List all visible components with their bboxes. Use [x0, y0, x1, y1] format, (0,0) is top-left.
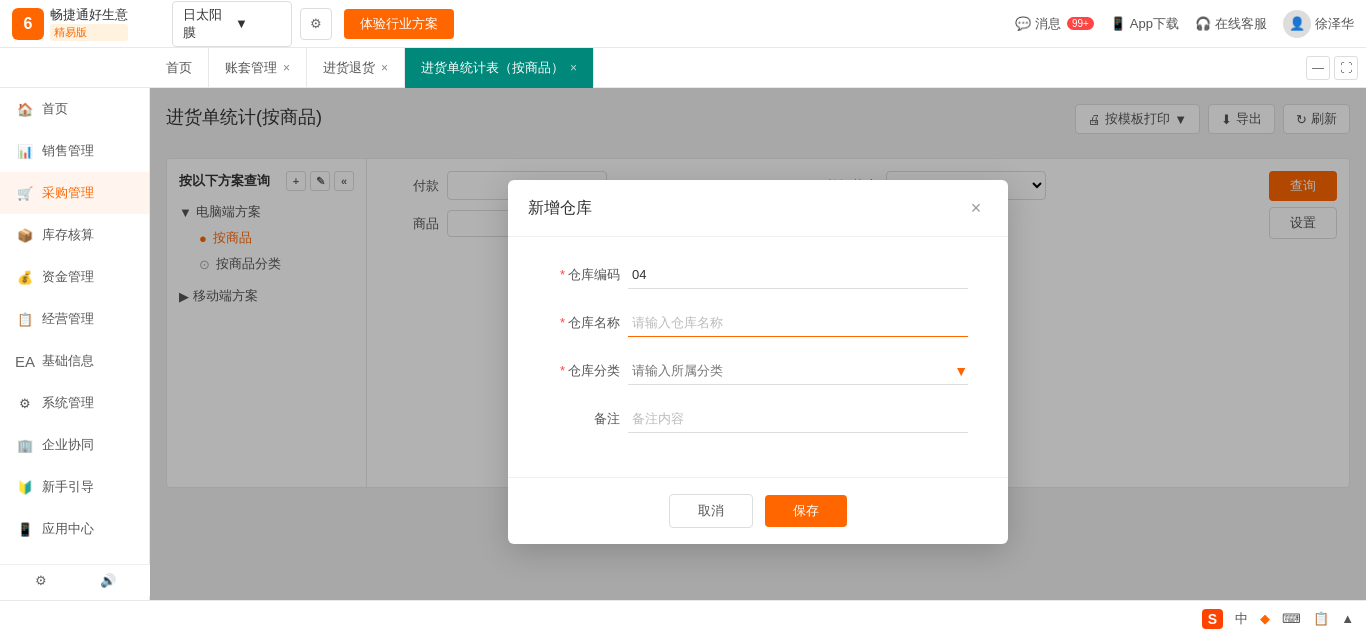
app-icon: 📱	[16, 520, 34, 538]
warehouse-name-row: 仓库名称	[548, 309, 968, 337]
message-icon: 💬	[1015, 16, 1031, 31]
header-right: 💬 消息 99+ 📱 App下载 🎧 在线客服 👤 徐泽华	[1015, 10, 1354, 38]
sidebar-item-finance[interactable]: 💰 资金管理	[0, 256, 149, 298]
box-icon: 📦	[16, 226, 34, 244]
tab-controls: — ⛶	[1306, 56, 1366, 80]
tab-purchase-stats[interactable]: 进货单统计表（按商品） ×	[405, 48, 594, 88]
warehouse-code-row: 仓库编码	[548, 261, 968, 289]
gear-icon: ⚙	[310, 16, 322, 31]
new-warehouse-dialog: 新增仓库 × 仓库编码 仓库名称 仓库	[508, 180, 1008, 544]
expand-icon[interactable]: ▲	[1341, 611, 1354, 626]
sidebar-item-inventory[interactable]: 📦 库存核算	[0, 214, 149, 256]
settings-button[interactable]: ⚙	[300, 8, 332, 40]
content-area: 进货单统计(按商品) 🖨 按模板打印 ▼ ⬇ 导出 ↻ 刷新	[150, 88, 1366, 636]
sidebar-item-sales[interactable]: 📊 销售管理	[0, 130, 149, 172]
dialog-close-button[interactable]: ×	[964, 196, 988, 220]
dot-icon: ◆	[1260, 611, 1270, 626]
logo-text: 畅捷通好生意 精易版	[50, 6, 128, 41]
avatar: 👤	[1283, 10, 1311, 38]
tab-close-return[interactable]: ×	[381, 61, 388, 75]
folder-icon: EA	[16, 352, 34, 370]
sidebar-item-guide[interactable]: 🔰 新手引导	[0, 466, 149, 508]
sidebar-item-home[interactable]: 🏠 首页	[0, 88, 149, 130]
warehouse-name-label: 仓库名称	[548, 314, 628, 332]
logo-area: 6 畅捷通好生意 精易版	[12, 6, 162, 41]
cart-icon: 🛒	[16, 184, 34, 202]
warehouse-code-label: 仓库编码	[548, 266, 628, 284]
chart-icon: 📊	[16, 142, 34, 160]
system-icon: ⚙	[16, 394, 34, 412]
building-icon: 🏢	[16, 436, 34, 454]
cancel-button[interactable]: 取消	[669, 494, 753, 528]
tab-account[interactable]: 账套管理 ×	[209, 48, 307, 88]
money-icon: 💰	[16, 268, 34, 286]
app-logo-icon: 6	[12, 8, 44, 40]
top-header: 6 畅捷通好生意 精易版 日太阳膜 ▼ ⚙ 体验行业方案 💬 消息 99+ 📱 …	[0, 0, 1366, 48]
home-icon: 🏠	[16, 100, 34, 118]
warehouse-category-label: 仓库分类	[548, 362, 628, 380]
sidebar-speaker-icon[interactable]: 🔊	[100, 573, 116, 588]
sidebar-item-enterprise[interactable]: 🏢 企业协同	[0, 424, 149, 466]
dialog-title: 新增仓库	[528, 198, 592, 219]
message-button[interactable]: 💬 消息 99+	[1015, 15, 1094, 33]
tab-bar: 首页 账套管理 × 进货退货 × 进货单统计表（按商品） × — ⛶	[0, 48, 1366, 88]
sidebar-item-basic[interactable]: EA 基础信息	[0, 340, 149, 382]
tab-close-account[interactable]: ×	[283, 61, 290, 75]
clipboard-icon: 📋	[16, 310, 34, 328]
modal-overlay[interactable]: 新增仓库 × 仓库编码 仓库名称 仓库	[150, 88, 1366, 636]
sidebar-item-system[interactable]: ⚙ 系统管理	[0, 382, 149, 424]
trial-button[interactable]: 体验行业方案	[344, 9, 454, 39]
category-dropdown-icon: ▼	[954, 363, 968, 379]
dialog-header: 新增仓库 ×	[508, 180, 1008, 237]
user-menu[interactable]: 👤 徐泽华	[1283, 10, 1354, 38]
save-button[interactable]: 保存	[765, 495, 847, 527]
store-chevron-icon: ▼	[235, 16, 281, 31]
chinese-input-icon[interactable]: 中	[1235, 610, 1248, 628]
mobile-icon: 📱	[1110, 16, 1126, 31]
tab-fullscreen-button[interactable]: ⛶	[1334, 56, 1358, 80]
warehouse-category-row: 仓库分类 ▼	[548, 357, 968, 385]
tab-close-stats[interactable]: ×	[570, 61, 577, 75]
warehouse-code-input[interactable]	[628, 261, 968, 289]
warehouse-category-input[interactable]	[628, 357, 954, 384]
taskbar-icon[interactable]: 📋	[1313, 611, 1329, 626]
bottom-bar: S 中 ◆ ⌨ 📋 ▲	[0, 600, 1366, 636]
keyboard-icon[interactable]: ⌨	[1282, 611, 1301, 626]
app-download-button[interactable]: 📱 App下载	[1110, 15, 1179, 33]
warehouse-remark-label: 备注	[548, 410, 628, 428]
dialog-body: 仓库编码 仓库名称 仓库分类 ▼	[508, 237, 1008, 477]
online-service-button[interactable]: 🎧 在线客服	[1195, 15, 1267, 33]
tab-minimize-button[interactable]: —	[1306, 56, 1330, 80]
main-layout: 🏠 首页 📊 销售管理 🛒 采购管理 📦 库存核算 💰 资金管理 📋 经营管理 …	[0, 88, 1366, 636]
warehouse-remark-row: 备注	[548, 405, 968, 433]
sidebar-item-app[interactable]: 📱 应用中心	[0, 508, 149, 550]
sidebar: 🏠 首页 📊 销售管理 🛒 采购管理 📦 库存核算 💰 资金管理 📋 经营管理 …	[0, 88, 150, 636]
warehouse-name-input[interactable]	[628, 309, 968, 337]
tab-purchase-return[interactable]: 进货退货 ×	[307, 48, 405, 88]
store-selector[interactable]: 日太阳膜 ▼	[172, 1, 292, 47]
warehouse-remark-input[interactable]	[628, 405, 968, 433]
dialog-footer: 取消 保存	[508, 477, 1008, 544]
headset-icon: 🎧	[1195, 16, 1211, 31]
sidebar-item-purchase[interactable]: 🛒 采购管理	[0, 172, 149, 214]
sidebar-item-operations[interactable]: 📋 经营管理	[0, 298, 149, 340]
warehouse-category-select[interactable]: ▼	[628, 357, 968, 385]
tab-home[interactable]: 首页	[150, 48, 209, 88]
guide-icon: 🔰	[16, 478, 34, 496]
s-logo: S	[1202, 609, 1223, 629]
sidebar-settings-icon[interactable]: ⚙	[35, 573, 47, 588]
message-badge: 99+	[1067, 17, 1094, 30]
